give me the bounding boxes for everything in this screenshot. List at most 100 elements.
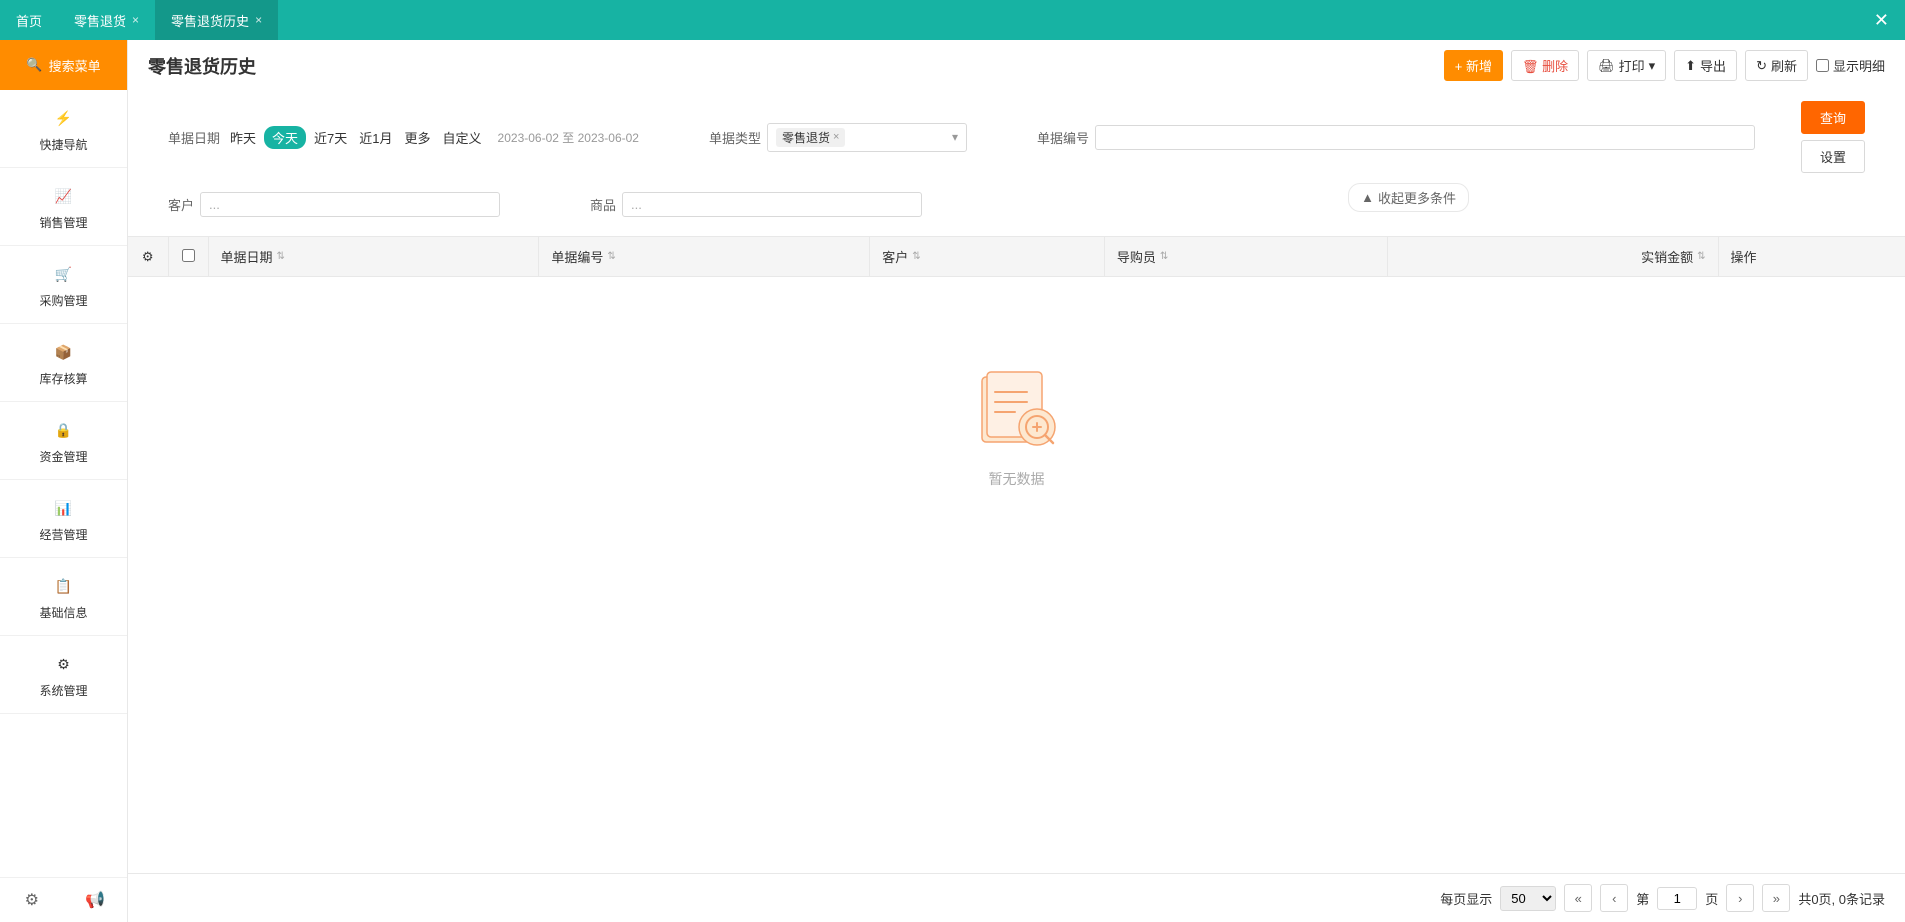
voucher-number-label: 单据编号 — [1037, 128, 1089, 147]
filter-col-date: 单据日期 昨天 今天 近7天 近1月 更多 自定义 2023-06-02 至 2… — [168, 126, 639, 149]
sidebar-item-label: 快捷导航 — [39, 136, 87, 153]
ops-icon: 📊 — [50, 494, 78, 522]
date-label: 单据日期 — [168, 128, 220, 147]
tab-retail-return-close[interactable]: × — [132, 13, 139, 27]
sidebar-item-inventory-check[interactable]: 📦 库存核算 — [0, 324, 127, 402]
date-opt-more[interactable]: 更多 — [401, 126, 435, 149]
table-header-row: ⚙ 单据日期 ⇅ 单据编号 — [128, 237, 1905, 277]
date-opt-last1month[interactable]: 近1月 — [355, 126, 396, 149]
th-number-sort[interactable]: 单据编号 ⇅ — [551, 247, 857, 266]
export-icon: ⬆ — [1685, 58, 1696, 74]
sidebar-bottom: ⚙ 📢 — [0, 877, 127, 922]
new-button[interactable]: + 新增 — [1444, 50, 1503, 81]
th-customer: 客户 ⇅ — [870, 237, 1105, 277]
sidebar-item-purchase-mgmt[interactable]: 🛒 采购管理 — [0, 246, 127, 324]
toolbar: + 新增 🗑 删除 🖨 🖨 打印 打印 ▾ ⬆ 导出 ↻ 刷新 — [1444, 50, 1885, 81]
filter-col-voucher-type: 单据类型 零售退货 × ▾ — [709, 123, 967, 152]
tab-retail-return[interactable]: 零售退货 × — [58, 0, 155, 40]
voucher-type-select[interactable]: 零售退货 × ▾ — [767, 123, 967, 152]
page-number-input[interactable]: 1 — [1657, 887, 1697, 910]
th-settings[interactable]: ⚙ — [128, 237, 168, 277]
th-guide-label: 导购员 — [1117, 247, 1156, 266]
sidebar-settings-btn[interactable]: ⚙ — [0, 878, 64, 922]
query-button[interactable]: 查询 — [1801, 101, 1865, 134]
collapse-label: 收起更多条件 — [1378, 188, 1456, 207]
main-content: 零售退货历史 + 新增 🗑 删除 🖨 🖨 打印 打印 ▾ ⬆ 导出 — [128, 40, 1905, 922]
sidebar-item-label: 库存核算 — [39, 370, 87, 387]
empty-row: 暂无数据 — [128, 277, 1905, 550]
sidebar-item-label: 基础信息 — [39, 604, 87, 621]
sidebar-item-ops-mgmt[interactable]: 📊 经营管理 — [0, 480, 127, 558]
sidebar-item-sales-mgmt[interactable]: 📈 销售管理 — [0, 168, 127, 246]
th-guide: 导购员 ⇅ — [1104, 237, 1387, 277]
tab-home[interactable]: 首页 — [0, 0, 58, 40]
last-page-button[interactable]: » — [1762, 884, 1790, 912]
customer-label: 客户 — [168, 195, 194, 214]
tab-list: 首页 零售退货 × 零售退货历史 × — [0, 0, 1874, 40]
tab-retail-return-history[interactable]: 零售退货历史 × — [155, 0, 278, 40]
th-guide-sort[interactable]: 导购员 ⇅ — [1117, 247, 1375, 266]
collapse-more-btn[interactable]: ▲ 收起更多条件 — [1348, 183, 1469, 212]
delete-button[interactable]: 🗑 删除 — [1511, 50, 1579, 81]
top-bar-right: ✕ — [1874, 10, 1905, 31]
show-detail-input[interactable] — [1816, 59, 1829, 72]
th-customer-label: 客户 — [882, 247, 908, 266]
data-table: ⚙ 单据日期 ⇅ 单据编号 — [128, 237, 1905, 549]
sidebar-item-quick-nav[interactable]: ⚡ 快捷导航 — [0, 90, 127, 168]
filter-area: 单据日期 昨天 今天 近7天 近1月 更多 自定义 2023-06-02 至 2… — [148, 91, 1885, 236]
date-opt-today[interactable]: 今天 — [264, 126, 306, 149]
th-action-label: 操作 — [1731, 250, 1757, 265]
date-options: 昨天 今天 近7天 近1月 更多 自定义 — [226, 126, 486, 149]
pagination: 每页显示 20 50 100 200 « ‹ 第 1 页 › » 共0页, 0条… — [128, 873, 1905, 922]
voucher-type-tag-text: 零售退货 — [782, 129, 830, 146]
sidebar-item-finance-mgmt[interactable]: 🔒 资金管理 — [0, 402, 127, 480]
empty-state: 暂无数据 — [128, 277, 1905, 549]
filter-col-voucher-number: 单据编号 — [1037, 125, 1755, 150]
sidebar-item-basic-info[interactable]: 📋 基础信息 — [0, 558, 127, 636]
date-opt-custom[interactable]: 自定义 — [439, 126, 486, 149]
prev-page-button[interactable]: ‹ — [1600, 884, 1628, 912]
next-page-button[interactable]: › — [1726, 884, 1754, 912]
select-all-checkbox[interactable] — [182, 249, 195, 262]
show-detail-checkbox[interactable]: 显示明细 — [1816, 56, 1885, 75]
filter-settings-button[interactable]: 设置 — [1801, 140, 1865, 173]
voucher-type-tag-close[interactable]: × — [833, 131, 839, 143]
show-detail-label: 显示明细 — [1833, 56, 1885, 75]
main-layout: 🔍 搜索菜单 ⚡ 快捷导航 📈 销售管理 🛒 采购管理 📦 库存核算 🔒 资金管… — [0, 40, 1905, 922]
voucher-number-input[interactable] — [1095, 125, 1755, 150]
export-button[interactable]: ⬆ 导出 — [1674, 50, 1737, 81]
th-amount-sort[interactable]: 实销金额 ⇅ — [1400, 247, 1706, 266]
filter-col-customer: 客户 ... — [168, 192, 500, 217]
voucher-type-label: 单据类型 — [709, 128, 761, 147]
th-checkbox[interactable] — [168, 237, 208, 277]
date-sort-icon: ⇅ — [277, 251, 285, 262]
refresh-button[interactable]: ↻ 刷新 — [1745, 50, 1808, 81]
sidebar-speaker-btn[interactable]: 📢 — [64, 878, 128, 922]
window-close-icon[interactable]: ✕ — [1874, 10, 1889, 31]
date-opt-last7[interactable]: 近7天 — [310, 126, 351, 149]
date-range-display: 2023-06-02 至 2023-06-02 — [498, 129, 639, 146]
th-customer-sort[interactable]: 客户 ⇅ — [882, 247, 1092, 266]
total-info: 共0页, 0条记录 — [1798, 889, 1885, 908]
date-opt-yesterday[interactable]: 昨天 — [226, 126, 260, 149]
column-settings-icon[interactable]: ⚙ — [142, 249, 154, 264]
sales-icon: 📈 — [50, 182, 78, 210]
table-container: ⚙ 单据日期 ⇅ 单据编号 — [128, 237, 1905, 873]
sidebar-item-label: 采购管理 — [39, 292, 87, 309]
goods-select[interactable]: ... — [622, 192, 922, 217]
print-button[interactable]: 🖨 🖨 打印 打印 ▾ — [1587, 50, 1666, 81]
filter-col-goods: 商品 ... — [590, 192, 922, 217]
goods-label: 商品 — [590, 195, 616, 214]
first-page-button[interactable]: « — [1564, 884, 1592, 912]
sidebar-search[interactable]: 🔍 搜索菜单 — [0, 40, 127, 90]
collapse-container: ▲ 收起更多条件 — [952, 183, 1865, 226]
th-date: 单据日期 ⇅ — [208, 237, 539, 277]
sidebar-item-system-mgmt[interactable]: ⚙ 系统管理 — [0, 636, 127, 714]
voucher-type-tag: 零售退货 × — [776, 128, 845, 147]
print-icon: 🖨 — [1598, 58, 1615, 74]
page-size-select[interactable]: 20 50 100 200 — [1500, 886, 1556, 911]
tab-retail-return-history-close[interactable]: × — [255, 13, 262, 27]
customer-select[interactable]: ... — [200, 192, 500, 217]
th-date-sort[interactable]: 单据日期 ⇅ — [221, 247, 527, 266]
filter-row-1: 单据日期 昨天 今天 近7天 近1月 更多 自定义 2023-06-02 至 2… — [168, 101, 1865, 173]
